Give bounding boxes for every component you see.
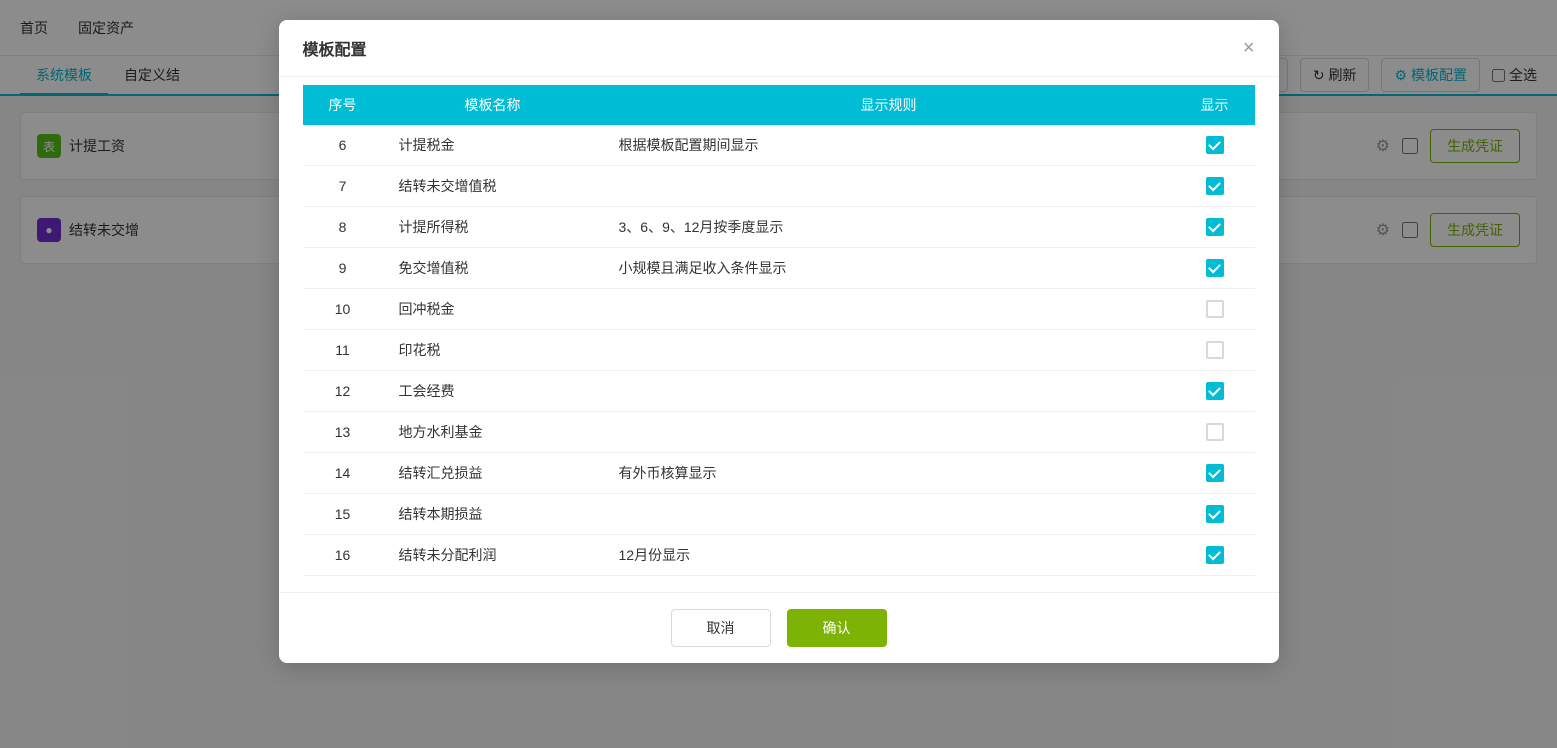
td-check: [1175, 289, 1255, 330]
config-table: 序号 模板名称 显示规则 显示 6计提税金根据模板配置期间显示7结转未交增值税8…: [303, 85, 1255, 576]
td-check: [1175, 371, 1255, 412]
td-check: [1175, 125, 1255, 166]
td-rule: [603, 289, 1175, 330]
td-rule: [603, 166, 1175, 207]
checkbox-container: [1191, 300, 1239, 318]
td-check: [1175, 330, 1255, 371]
modal-template-config: 模板配置 × 序号 模板名称 显示规则 显示 6计提税金根据模板配置期间显示7结…: [279, 20, 1279, 663]
table-row: 6计提税金根据模板配置期间显示: [303, 125, 1255, 166]
checkbox-checked[interactable]: [1206, 136, 1224, 154]
modal-overlay: 模板配置 × 序号 模板名称 显示规则 显示 6计提税金根据模板配置期间显示7结…: [0, 0, 1557, 748]
th-name: 模板名称: [383, 85, 603, 125]
background-page: 首页 固定资产 系统模板 自定义结 测算金额 ▶ 视频 ↻ 刷新 ⚙ 模板配置 …: [0, 0, 1557, 748]
td-check: [1175, 166, 1255, 207]
cancel-button[interactable]: 取消: [671, 609, 771, 647]
checkbox-unchecked[interactable]: [1206, 300, 1224, 318]
checkbox-unchecked[interactable]: [1206, 341, 1224, 359]
checkbox-container: [1191, 259, 1239, 277]
td-index: 9: [303, 248, 383, 289]
td-name: 结转未交增值税: [383, 166, 603, 207]
table-row: 9免交增值税小规模且满足收入条件显示: [303, 248, 1255, 289]
checkbox-container: [1191, 382, 1239, 400]
table-row: 14结转汇兑损益有外币核算显示: [303, 453, 1255, 494]
table-row: 8计提所得税3、6、9、12月按季度显示: [303, 207, 1255, 248]
modal-footer: 取消 确认: [279, 592, 1279, 663]
td-name: 结转汇兑损益: [383, 453, 603, 494]
confirm-button[interactable]: 确认: [787, 609, 887, 647]
table-row: 7结转未交增值税: [303, 166, 1255, 207]
td-rule: 3、6、9、12月按季度显示: [603, 207, 1175, 248]
td-index: 13: [303, 412, 383, 453]
td-rule: 小规模且满足收入条件显示: [603, 248, 1175, 289]
td-check: [1175, 535, 1255, 576]
td-index: 10: [303, 289, 383, 330]
checkbox-checked[interactable]: [1206, 382, 1224, 400]
checkbox-container: [1191, 505, 1239, 523]
td-rule: 根据模板配置期间显示: [603, 125, 1175, 166]
table-row: 10回冲税金: [303, 289, 1255, 330]
table-body: 6计提税金根据模板配置期间显示7结转未交增值税8计提所得税3、6、9、12月按季…: [303, 125, 1255, 576]
table-row: 16结转未分配利润12月份显示: [303, 535, 1255, 576]
td-rule: 有外币核算显示: [603, 453, 1175, 494]
td-name: 结转未分配利润: [383, 535, 603, 576]
td-rule: 12月份显示: [603, 535, 1175, 576]
td-name: 地方水利基金: [383, 412, 603, 453]
td-check: [1175, 412, 1255, 453]
td-name: 印花税: [383, 330, 603, 371]
modal-title: 模板配置: [303, 36, 367, 60]
td-index: 14: [303, 453, 383, 494]
checkbox-container: [1191, 464, 1239, 482]
td-rule: [603, 371, 1175, 412]
checkbox-container: [1191, 341, 1239, 359]
td-name: 回冲税金: [383, 289, 603, 330]
td-name: 免交增值税: [383, 248, 603, 289]
td-rule: [603, 330, 1175, 371]
modal-close-button[interactable]: ×: [1243, 38, 1255, 58]
td-name: 工会经费: [383, 371, 603, 412]
td-index: 15: [303, 494, 383, 535]
td-name: 结转本期损益: [383, 494, 603, 535]
td-check: [1175, 248, 1255, 289]
th-display: 显示: [1175, 85, 1255, 125]
table-row: 11印花税: [303, 330, 1255, 371]
checkbox-checked[interactable]: [1206, 546, 1224, 564]
checkbox-checked[interactable]: [1206, 259, 1224, 277]
td-rule: [603, 494, 1175, 535]
checkbox-container: [1191, 136, 1239, 154]
checkbox-checked[interactable]: [1206, 177, 1224, 195]
td-index: 6: [303, 125, 383, 166]
checkbox-unchecked[interactable]: [1206, 423, 1224, 441]
td-check: [1175, 207, 1255, 248]
table-row: 13地方水利基金: [303, 412, 1255, 453]
table-header-row: 序号 模板名称 显示规则 显示: [303, 85, 1255, 125]
table-row: 12工会经费: [303, 371, 1255, 412]
td-check: [1175, 494, 1255, 535]
td-name: 计提税金: [383, 125, 603, 166]
modal-header: 模板配置 ×: [279, 20, 1279, 77]
checkbox-checked[interactable]: [1206, 464, 1224, 482]
checkbox-checked[interactable]: [1206, 505, 1224, 523]
checkbox-container: [1191, 218, 1239, 236]
table-row: 15结转本期损益: [303, 494, 1255, 535]
td-rule: [603, 412, 1175, 453]
checkbox-container: [1191, 546, 1239, 564]
td-index: 12: [303, 371, 383, 412]
td-name: 计提所得税: [383, 207, 603, 248]
checkbox-container: [1191, 423, 1239, 441]
checkbox-container: [1191, 177, 1239, 195]
td-index: 11: [303, 330, 383, 371]
td-index: 16: [303, 535, 383, 576]
th-index: 序号: [303, 85, 383, 125]
modal-body: 序号 模板名称 显示规则 显示 6计提税金根据模板配置期间显示7结转未交增值税8…: [279, 77, 1279, 592]
checkbox-checked[interactable]: [1206, 218, 1224, 236]
th-rule: 显示规则: [603, 85, 1175, 125]
td-index: 8: [303, 207, 383, 248]
td-check: [1175, 453, 1255, 494]
td-index: 7: [303, 166, 383, 207]
